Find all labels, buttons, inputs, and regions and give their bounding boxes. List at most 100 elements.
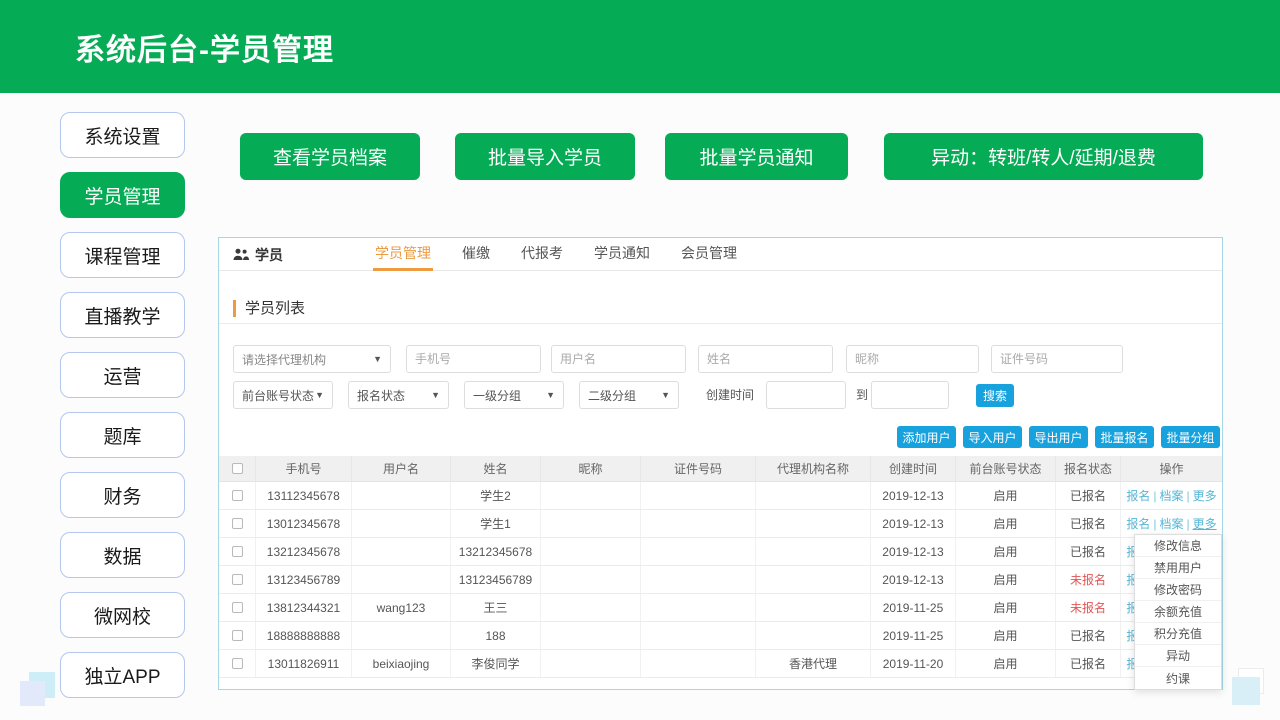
group1-select[interactable]: 一级分组▼ bbox=[464, 381, 564, 409]
row-checkbox[interactable] bbox=[232, 546, 243, 557]
cell-account_status: 启用 bbox=[956, 510, 1056, 537]
page-header: 系统后台-学员管理 bbox=[0, 0, 1280, 93]
to-label: 到 bbox=[856, 381, 868, 409]
sidebar-item-operation[interactable]: 运营 bbox=[60, 352, 185, 398]
sidebar-item-settings[interactable]: 系统设置 bbox=[60, 112, 185, 158]
search-button[interactable]: 搜索 bbox=[976, 384, 1014, 407]
sidebar-item-live[interactable]: 直播教学 bbox=[60, 292, 185, 338]
sidebar: 系统设置学员管理课程管理直播教学运营题库财务数据微网校独立APP bbox=[60, 112, 185, 712]
tab-proxy-exam[interactable]: 代报考 bbox=[519, 238, 565, 271]
row-checkbox-cell bbox=[219, 566, 256, 593]
import-user-button[interactable]: 导入用户 bbox=[963, 426, 1022, 448]
menu-item-edit-info[interactable]: 修改信息 bbox=[1135, 535, 1221, 557]
view-archives-button[interactable]: 查看学员档案 bbox=[240, 133, 420, 180]
column-header: 报名状态 bbox=[1056, 456, 1121, 481]
link-separator: | bbox=[1187, 489, 1190, 503]
action-link[interactable]: 档案 bbox=[1159, 487, 1183, 504]
menu-item-change-op[interactable]: 异动 bbox=[1135, 645, 1221, 667]
action-link[interactable]: 更多 bbox=[1193, 515, 1217, 532]
batch-group-button[interactable]: 批量分组 bbox=[1161, 426, 1220, 448]
cell-nickname bbox=[541, 566, 641, 593]
cell-nickname bbox=[541, 622, 641, 649]
acct-select[interactable]: 前台账号状态▼ bbox=[233, 381, 333, 409]
cell-agency bbox=[756, 510, 871, 537]
cell-signup-status: 已报名 bbox=[1056, 650, 1121, 677]
column-header: 用户名 bbox=[352, 456, 451, 481]
signup-select[interactable]: 报名状态▼ bbox=[348, 381, 449, 409]
column-header: 证件号码 bbox=[641, 456, 756, 481]
row-checkbox[interactable] bbox=[232, 658, 243, 669]
cell-username bbox=[352, 510, 451, 537]
menu-item-book-lesson[interactable]: 约课 bbox=[1135, 667, 1221, 689]
cell-account_status: 启用 bbox=[956, 482, 1056, 509]
nick-input[interactable] bbox=[846, 345, 979, 373]
link-separator: | bbox=[1153, 489, 1156, 503]
row-checkbox-cell bbox=[219, 650, 256, 677]
tab-student-mgmt[interactable]: 学员管理 bbox=[373, 238, 433, 271]
menu-item-disable-user[interactable]: 禁用用户 bbox=[1135, 557, 1221, 579]
cell-username bbox=[352, 566, 451, 593]
action-link[interactable]: 报名 bbox=[1126, 487, 1150, 504]
batch-notify-button[interactable]: 批量学员通知 bbox=[665, 133, 848, 180]
chevron-down-icon: ▼ bbox=[373, 354, 382, 364]
action-link[interactable]: 更多 bbox=[1193, 487, 1217, 504]
created-to-input[interactable] bbox=[871, 381, 949, 409]
add-user-button[interactable]: 添加用户 bbox=[897, 426, 956, 448]
sidebar-item-finance[interactable]: 财务 bbox=[60, 472, 185, 518]
cell-username bbox=[352, 482, 451, 509]
batch-signup-button[interactable]: 批量报名 bbox=[1095, 426, 1154, 448]
action-link[interactable]: 报名 bbox=[1126, 515, 1150, 532]
cell-id_number bbox=[641, 538, 756, 565]
sidebar-item-question-bank[interactable]: 题库 bbox=[60, 412, 185, 458]
row-checkbox[interactable] bbox=[232, 574, 243, 585]
module-label-text: 学员 bbox=[255, 245, 283, 265]
sidebar-item-app[interactable]: 独立APP bbox=[60, 652, 185, 698]
action-link[interactable]: 档案 bbox=[1159, 515, 1183, 532]
cell-id_number bbox=[641, 510, 756, 537]
change-ops-button[interactable]: 异动：转班/转人/延期/退费 bbox=[884, 133, 1203, 180]
row-checkbox[interactable] bbox=[232, 602, 243, 613]
row-checkbox[interactable] bbox=[232, 518, 243, 529]
table-row: 13011826911beixiaojing李俊同学香港代理2019-11-20… bbox=[219, 650, 1222, 678]
cell-name: 李俊同学 bbox=[451, 650, 541, 677]
menu-item-balance-topup[interactable]: 余额充值 bbox=[1135, 601, 1221, 623]
tab-student-notice[interactable]: 学员通知 bbox=[592, 238, 652, 271]
cell-actions: 报名|档案|更多 bbox=[1121, 482, 1222, 509]
cell-id_number bbox=[641, 566, 756, 593]
cell-agency: 香港代理 bbox=[756, 650, 871, 677]
row-checkbox[interactable] bbox=[232, 490, 243, 501]
group2-select[interactable]: 二级分组▼ bbox=[579, 381, 679, 409]
tab-member-mgmt[interactable]: 会员管理 bbox=[679, 238, 739, 271]
idno-input[interactable] bbox=[991, 345, 1123, 373]
chevron-down-icon: ▼ bbox=[546, 390, 555, 400]
sidebar-item-data[interactable]: 数据 bbox=[60, 532, 185, 578]
sidebar-item-courses[interactable]: 课程管理 bbox=[60, 232, 185, 278]
page-title: 系统后台-学员管理 bbox=[75, 25, 334, 69]
name-input[interactable] bbox=[698, 345, 833, 373]
acct-select-value: 前台账号状态 bbox=[242, 387, 314, 404]
row-checkbox[interactable] bbox=[232, 630, 243, 641]
agency-select[interactable]: 请选择代理机构▼ bbox=[233, 345, 391, 373]
select-all-checkbox[interactable] bbox=[232, 463, 243, 474]
created-from-input[interactable] bbox=[766, 381, 846, 409]
sidebar-item-students[interactable]: 学员管理 bbox=[60, 172, 185, 218]
row-checkbox-cell bbox=[219, 594, 256, 621]
username-input[interactable] bbox=[551, 345, 686, 373]
cell-username bbox=[352, 538, 451, 565]
menu-item-points-topup[interactable]: 积分充值 bbox=[1135, 623, 1221, 645]
batch-import-button[interactable]: 批量导入学员 bbox=[455, 133, 635, 180]
cell-id_number bbox=[641, 482, 756, 509]
cell-id_number bbox=[641, 622, 756, 649]
tab-payment-remind[interactable]: 催缴 bbox=[460, 238, 492, 271]
more-dropdown-menu: 修改信息禁用用户修改密码余额充值积分充值异动约课 bbox=[1134, 534, 1222, 690]
export-user-button[interactable]: 导出用户 bbox=[1029, 426, 1088, 448]
sidebar-item-wechat-school[interactable]: 微网校 bbox=[60, 592, 185, 638]
phone-input[interactable] bbox=[406, 345, 541, 373]
cell-agency bbox=[756, 566, 871, 593]
menu-item-change-password[interactable]: 修改密码 bbox=[1135, 579, 1221, 601]
cell-account_status: 启用 bbox=[956, 594, 1056, 621]
panel-tabs: 学员管理催缴代报考学员通知会员管理 bbox=[373, 238, 766, 271]
cell-created: 2019-12-13 bbox=[871, 510, 956, 537]
cell-name: 学生2 bbox=[451, 482, 541, 509]
cell-phone: 18888888888 bbox=[256, 622, 352, 649]
